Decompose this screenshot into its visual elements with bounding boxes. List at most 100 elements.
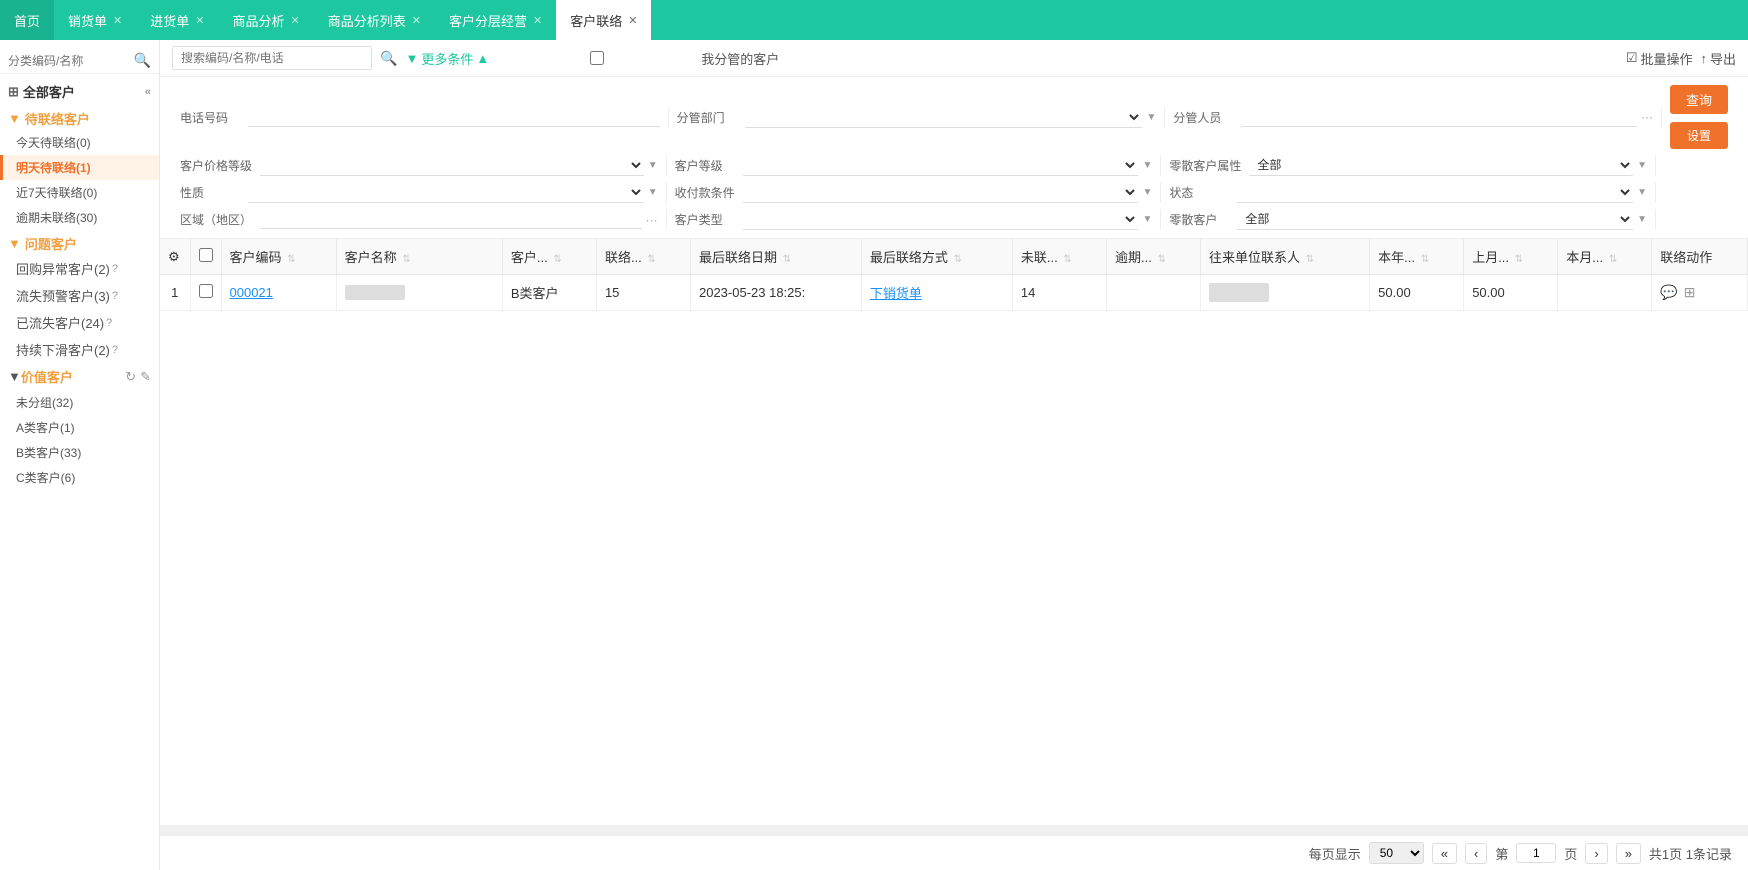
row-last-contact-date: 2023-05-23 18:25: <box>690 275 861 311</box>
filter-region: 区域（地区） ··· <box>172 210 667 229</box>
col-contact-count[interactable]: 联络... ⇅ <box>596 239 690 275</box>
col-name[interactable]: 客户名称 ⇅ <box>336 239 502 275</box>
col-last-month[interactable]: 上月... ⇅ <box>1464 239 1558 275</box>
select-all-checkbox[interactable] <box>199 248 213 262</box>
sidebar-item-overdue-contact[interactable]: 逾期未联络(30) <box>0 205 159 230</box>
settings-button[interactable]: 设置 <box>1670 122 1728 149</box>
sidebar-search-input[interactable] <box>8 54 134 68</box>
sidebar-search-icon[interactable]: 🔍 <box>134 52 151 69</box>
col-this-month[interactable]: 本月... ⇅ <box>1558 239 1652 275</box>
chat-action-icon[interactable]: 💬 <box>1660 284 1677 301</box>
filter-retail-cust: 零散客户 全部 ▼ <box>1161 209 1656 230</box>
col-last-contact-date[interactable]: 最后联络日期 ⇅ <box>690 239 861 275</box>
search-input[interactable] <box>172 46 372 70</box>
filter-cust-level-select[interactable] <box>743 155 1139 176</box>
page-number-input[interactable] <box>1516 843 1556 863</box>
row-uncontacted: 14 <box>1012 275 1106 311</box>
col-uncontacted[interactable]: 未联... ⇅ <box>1012 239 1106 275</box>
ellipsis-manager[interactable]: ··· <box>1641 110 1653 124</box>
close-purchase-icon[interactable]: ✕ <box>195 14 204 27</box>
ellipsis-region[interactable]: ··· <box>646 213 658 227</box>
sidebar-item-repurchase-anomaly[interactable]: 回购异常客户(2) ? <box>0 255 159 282</box>
filter-dept-select[interactable] <box>745 107 1143 128</box>
row-type: B类客户 <box>502 275 596 311</box>
nav-sales[interactable]: 销货单 ✕ <box>54 0 136 40</box>
close-customer-contact-icon[interactable]: ✕ <box>628 14 637 27</box>
sort-this-year-icon: ⇅ <box>1421 254 1429 265</box>
more-filter-button[interactable]: ▼ 更多条件 ▲ <box>405 49 489 68</box>
next-page-button[interactable]: › <box>1585 843 1607 864</box>
filter-nature-select[interactable] <box>248 182 644 203</box>
nav-customer-contact[interactable]: 客户联络 ✕ <box>556 0 651 40</box>
first-page-button[interactable]: « <box>1432 843 1457 864</box>
filter-row-2: 客户价格等级 ▼ 客户等级 ▼ 零散客户属性 全部 ▼ <box>172 155 1736 176</box>
sidebar-item-b-customers[interactable]: B类客户(33) <box>0 440 159 465</box>
col-contact-person[interactable]: 往来单位联系人 ⇅ <box>1201 239 1370 275</box>
nav-product-analysis-list[interactable]: 商品分析列表 ✕ <box>314 0 435 40</box>
my-customers-checkbox-label[interactable]: 我分管的客户 <box>497 49 779 68</box>
bottom-scrollbar[interactable] <box>160 825 1748 835</box>
nav-home[interactable]: 首页 <box>0 0 54 40</box>
sidebar-item-a-customers[interactable]: A类客户(1) <box>0 415 159 440</box>
nav-product-analysis[interactable]: 商品分析 ✕ <box>218 0 313 40</box>
export-button[interactable]: ↑ 导出 <box>1700 49 1736 68</box>
prev-page-button[interactable]: ‹ <box>1465 843 1487 864</box>
row-number: 1 <box>160 275 190 311</box>
sidebar-item-declining-customers[interactable]: 持续下滑客户(2) ? <box>0 336 159 363</box>
close-sales-icon[interactable]: ✕ <box>113 14 122 27</box>
filter-status-select[interactable] <box>1237 182 1633 203</box>
sidebar-item-today-contact[interactable]: 今天待联络(0) <box>0 130 159 155</box>
table-header-row: ⚙ 客户编码 ⇅ 客户名称 ⇅ <box>160 239 1748 275</box>
row-name[interactable]: Ea <box>336 275 502 311</box>
nav-purchase[interactable]: 进货单 ✕ <box>136 0 218 40</box>
chevron-down-icon-payment: ▼ <box>1142 187 1152 198</box>
filter-price-select[interactable] <box>260 155 644 176</box>
col-this-year[interactable]: 本年... ⇅ <box>1370 239 1464 275</box>
filter-region-input[interactable] <box>260 210 642 229</box>
question-icon-1: ? <box>112 263 118 275</box>
grid-action-icon[interactable]: ⊞ <box>1684 284 1696 301</box>
filter-retail-attr-select[interactable]: 全部 <box>1249 155 1633 176</box>
filter-dept: 分管部门 ▼ <box>669 107 1166 128</box>
sidebar-item-week-contact[interactable]: 近7天待联络(0) <box>0 180 159 205</box>
gear-settings-icon[interactable]: ⚙ <box>168 249 180 264</box>
col-overdue[interactable]: 逾期... ⇅ <box>1106 239 1200 275</box>
filter-row-1: 电话号码 分管部门 ▼ 分管人员 ··· 查询 设置 <box>172 85 1736 149</box>
bulk-operation-button[interactable]: ☑ 批量操作 <box>1626 49 1693 68</box>
row-last-contact-method[interactable]: 下销货单 <box>861 275 1012 311</box>
row-name-value: Ea <box>345 285 405 300</box>
col-code[interactable]: 客户编码 ⇅ <box>221 239 336 275</box>
search-button[interactable]: 🔍 <box>380 50 397 67</box>
nav-customer-stratify[interactable]: 客户分层经营 ✕ <box>435 0 556 40</box>
filter-region-label: 区域（地区） <box>180 211 252 228</box>
col-type[interactable]: 客户... ⇅ <box>502 239 596 275</box>
sort-type-icon: ⇅ <box>553 254 561 265</box>
filter-retail-attr-label: 零散客户属性 <box>1169 157 1241 174</box>
sidebar-item-loss-warning[interactable]: 流失预警客户(3) ? <box>0 282 159 309</box>
close-product-analysis-icon[interactable]: ✕ <box>291 14 300 27</box>
sidebar-item-tomorrow-contact[interactable]: 明天待联络(1) <box>0 155 159 180</box>
filter-payment-select[interactable] <box>743 182 1139 203</box>
sort-contact-person-icon: ⇅ <box>1306 254 1314 265</box>
filter-manager-input[interactable] <box>1241 108 1637 127</box>
sidebar-item-ungrouped[interactable]: 未分组(32) <box>0 390 159 415</box>
filter-retail-cust-select[interactable]: 全部 <box>1237 209 1633 230</box>
filter-cust-type-select[interactable] <box>743 209 1139 230</box>
row-checkbox[interactable] <box>199 284 213 298</box>
per-page-select[interactable]: 50 100 200 <box>1369 842 1424 864</box>
sidebar-item-c-customers[interactable]: C类客户(6) <box>0 465 159 490</box>
refresh-icon[interactable]: ↻ <box>125 369 136 385</box>
sidebar-all-customers[interactable]: ⊞ 全部客户 « <box>0 78 159 105</box>
filter-phone-label: 电话号码 <box>180 109 240 126</box>
last-page-button[interactable]: » <box>1616 843 1641 864</box>
sidebar-item-lost-customers[interactable]: 已流失客户(24) ? <box>0 309 159 336</box>
filter-bar: 🔍 ▼ 更多条件 ▲ 我分管的客户 ☑ 批量操作 ↑ 导出 <box>160 40 1748 77</box>
my-customers-checkbox[interactable] <box>497 51 697 65</box>
query-button[interactable]: 查询 <box>1670 85 1728 114</box>
edit-icon[interactable]: ✎ <box>140 369 151 385</box>
close-product-list-icon[interactable]: ✕ <box>412 14 421 27</box>
filter-phone-input[interactable] <box>248 108 660 127</box>
close-customer-stratify-icon[interactable]: ✕ <box>533 14 542 27</box>
col-last-contact-method[interactable]: 最后联络方式 ⇅ <box>861 239 1012 275</box>
row-code[interactable]: 000021 <box>221 275 336 311</box>
